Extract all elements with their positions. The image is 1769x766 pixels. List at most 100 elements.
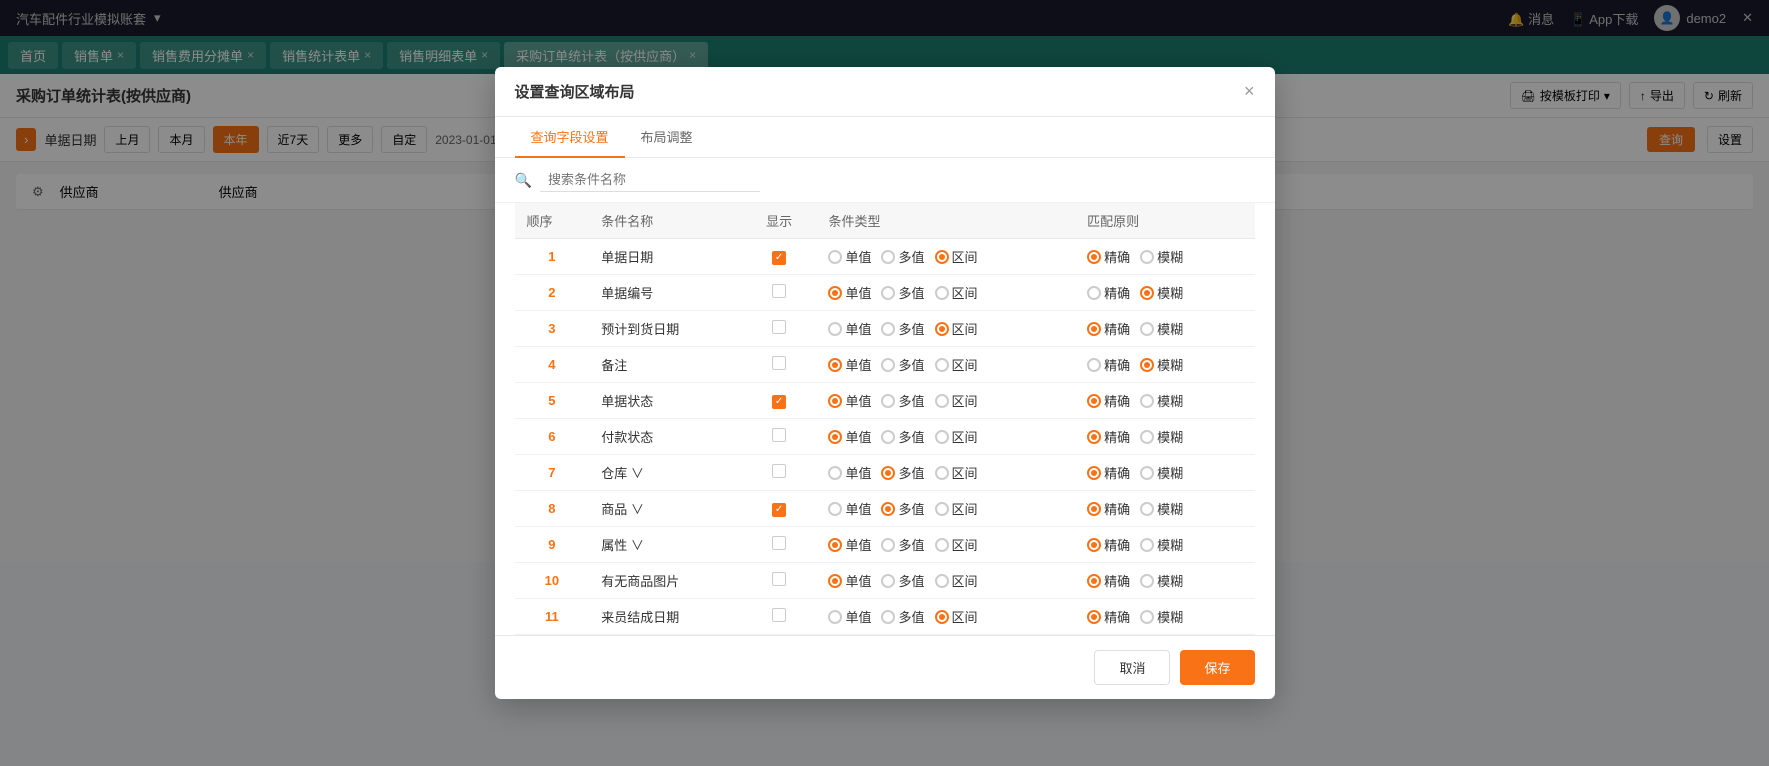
table-row: 5单据状态单值多值区间精确模糊 — [515, 383, 1255, 419]
row-show — [742, 311, 817, 347]
type-radio-item[interactable]: 多值 — [881, 283, 924, 302]
show-checkbox[interactable] — [772, 251, 786, 265]
type-radio-item[interactable]: 多值 — [881, 571, 924, 590]
settings-modal: 设置查询区域布局 × 查询字段设置 布局调整 🔍 顺序 条件名称 — [495, 67, 1275, 699]
radio-label: 精确 — [1104, 427, 1130, 446]
show-checkbox[interactable] — [772, 320, 786, 334]
type-radio-item[interactable]: 多值 — [881, 247, 924, 266]
type-radio-item[interactable]: 区间 — [935, 571, 978, 590]
type-radio-item[interactable]: 单值 — [828, 571, 871, 590]
match-radio-item[interactable]: 模糊 — [1140, 283, 1183, 302]
type-radio-item[interactable]: 单值 — [828, 535, 871, 554]
match-radio-item[interactable]: 精确 — [1087, 499, 1130, 518]
type-radio-item[interactable]: 区间 — [935, 463, 978, 482]
search-input[interactable] — [540, 168, 760, 192]
row-show — [742, 275, 817, 311]
row-name: 商品 ∨ — [589, 491, 741, 527]
match-radio-item[interactable]: 精确 — [1087, 607, 1130, 626]
save-label: 保存 — [1204, 661, 1230, 676]
modal-close-button[interactable]: × — [1244, 81, 1255, 102]
match-radio-item[interactable]: 模糊 — [1140, 319, 1183, 338]
show-checkbox[interactable] — [772, 356, 786, 370]
show-checkbox[interactable] — [772, 572, 786, 586]
type-radio-item[interactable]: 单值 — [828, 499, 871, 518]
tab-layout[interactable]: 布局调整 — [625, 117, 709, 158]
type-radio-item[interactable]: 多值 — [881, 319, 924, 338]
match-radio-item[interactable]: 精确 — [1087, 283, 1130, 302]
type-radio-item[interactable]: 多值 — [881, 391, 924, 410]
radio-circle — [881, 430, 895, 444]
match-radio-item[interactable]: 精确 — [1087, 427, 1130, 446]
match-radio-item[interactable]: 精确 — [1087, 535, 1130, 554]
show-checkbox[interactable] — [772, 536, 786, 550]
radio-circle — [1140, 358, 1154, 372]
row-name: 单据日期 — [589, 239, 741, 275]
save-button[interactable]: 保存 — [1180, 650, 1254, 685]
type-radio-item[interactable]: 单值 — [828, 427, 871, 446]
show-checkbox[interactable] — [772, 503, 786, 517]
type-radio-item[interactable]: 区间 — [935, 499, 978, 518]
type-radio-item[interactable]: 多值 — [881, 535, 924, 554]
match-radio-item[interactable]: 精确 — [1087, 463, 1130, 482]
radio-circle — [828, 286, 842, 300]
radio-circle — [828, 322, 842, 336]
match-radio-item[interactable]: 模糊 — [1140, 571, 1183, 590]
match-radio-item[interactable]: 模糊 — [1140, 535, 1183, 554]
show-checkbox[interactable] — [772, 284, 786, 298]
type-radio-item[interactable]: 单值 — [828, 283, 871, 302]
type-radio-item[interactable]: 区间 — [935, 319, 978, 338]
match-radio-item[interactable]: 模糊 — [1140, 499, 1183, 518]
radio-circle — [1140, 322, 1154, 336]
row-show — [742, 599, 817, 635]
match-radio-item[interactable]: 精确 — [1087, 247, 1130, 266]
modal-title: 设置查询区域布局 — [515, 81, 635, 102]
type-radio-item[interactable]: 单值 — [828, 463, 871, 482]
match-radio-item[interactable]: 模糊 — [1140, 607, 1183, 626]
match-radio-item[interactable]: 精确 — [1087, 571, 1130, 590]
radio-label: 区间 — [952, 247, 978, 266]
row-order: 10 — [515, 563, 590, 599]
type-radio-item[interactable]: 区间 — [935, 283, 978, 302]
radio-circle — [1087, 538, 1101, 552]
table-row: 10有无商品图片单值多值区间精确模糊 — [515, 563, 1255, 599]
type-radio-item[interactable]: 单值 — [828, 391, 871, 410]
type-radio-item[interactable]: 区间 — [935, 247, 978, 266]
type-radio-item[interactable]: 单值 — [828, 247, 871, 266]
radio-circle — [1087, 430, 1101, 444]
table-row: 4备注单值多值区间精确模糊 — [515, 347, 1255, 383]
cancel-button[interactable]: 取消 — [1094, 650, 1170, 685]
type-radio-item[interactable]: 区间 — [935, 355, 978, 374]
type-radio-item[interactable]: 多值 — [881, 427, 924, 446]
radio-label: 区间 — [952, 283, 978, 302]
row-type: 单值多值区间 — [816, 563, 1075, 599]
match-radio-item[interactable]: 精确 — [1087, 319, 1130, 338]
radio-label: 单值 — [845, 499, 871, 518]
match-radio-item[interactable]: 精确 — [1087, 391, 1130, 410]
type-radio-item[interactable]: 多值 — [881, 499, 924, 518]
type-radio-item[interactable]: 多值 — [881, 463, 924, 482]
type-radio-item[interactable]: 区间 — [935, 427, 978, 446]
type-radio-item[interactable]: 单值 — [828, 355, 871, 374]
type-radio-item[interactable]: 单值 — [828, 607, 871, 626]
match-radio-item[interactable]: 模糊 — [1140, 247, 1183, 266]
type-radio-item[interactable]: 区间 — [935, 607, 978, 626]
match-radio-item[interactable]: 精确 — [1087, 355, 1130, 374]
radio-label: 区间 — [952, 319, 978, 338]
show-checkbox[interactable] — [772, 464, 786, 478]
type-radio-item[interactable]: 区间 — [935, 535, 978, 554]
show-checkbox[interactable] — [772, 395, 786, 409]
match-radio-item[interactable]: 模糊 — [1140, 391, 1183, 410]
show-checkbox[interactable] — [772, 608, 786, 622]
type-radio-item[interactable]: 单值 — [828, 319, 871, 338]
type-radio-item[interactable]: 多值 — [881, 607, 924, 626]
match-radio-item[interactable]: 模糊 — [1140, 463, 1183, 482]
type-radio-item[interactable]: 多值 — [881, 355, 924, 374]
radio-circle — [881, 358, 895, 372]
radio-label: 模糊 — [1157, 427, 1183, 446]
match-radio-item[interactable]: 模糊 — [1140, 355, 1183, 374]
show-checkbox[interactable] — [772, 428, 786, 442]
tab-query-fields[interactable]: 查询字段设置 — [515, 117, 625, 158]
type-radio-item[interactable]: 区间 — [935, 391, 978, 410]
match-radio-item[interactable]: 模糊 — [1140, 427, 1183, 446]
radio-circle — [1140, 250, 1154, 264]
